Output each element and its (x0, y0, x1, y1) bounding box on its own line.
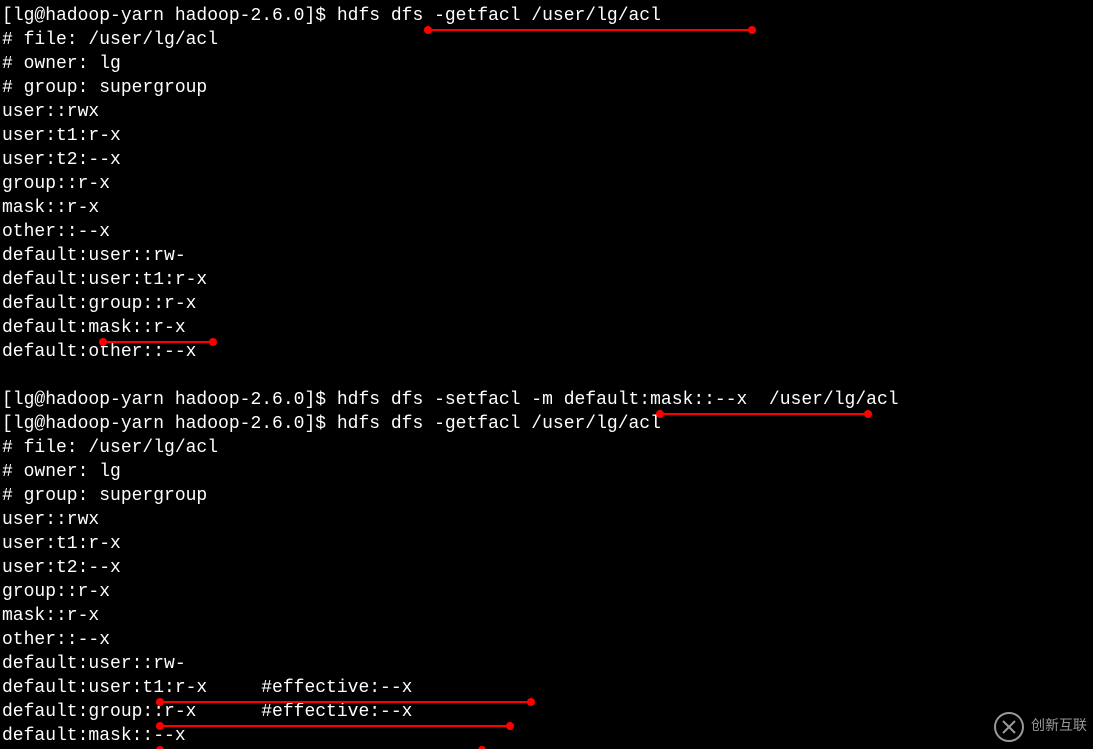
terminal-output-line: user::rwx (2, 508, 1093, 532)
terminal-output-line: # group: supergroup (2, 484, 1093, 508)
terminal-output-line: user:t2:--x (2, 556, 1093, 580)
terminal-output-line: default:user:t1:r-x #effective:--x (2, 676, 1093, 700)
terminal-output-line: mask::r-x (2, 604, 1093, 628)
watermark: 创新互联 (993, 711, 1087, 743)
terminal-output-line: # file: /user/lg/acl (2, 28, 1093, 52)
terminal-prompt-line: [lg@hadoop-yarn hadoop-2.6.0]$ hdfs dfs … (2, 388, 1093, 412)
terminal-output-line: group::r-x (2, 580, 1093, 604)
terminal-output-line: # owner: lg (2, 460, 1093, 484)
terminal-output-line: other::--x (2, 220, 1093, 244)
terminal-output-line: default:mask::r-x (2, 316, 1093, 340)
terminal-output-line: user:t1:r-x (2, 124, 1093, 148)
terminal-output-line: default:group::r-x #effective:--x (2, 700, 1093, 724)
terminal-output-line: mask::r-x (2, 196, 1093, 220)
terminal-output-line: default:user:t1:r-x (2, 268, 1093, 292)
terminal-output-line: group::r-x (2, 172, 1093, 196)
watermark-icon (993, 711, 1025, 743)
terminal-output-line: user:t1:r-x (2, 532, 1093, 556)
terminal-output-line: default:group::r-x (2, 292, 1093, 316)
terminal-output-line: # group: supergroup (2, 76, 1093, 100)
terminal-output-line: default:user::rw- (2, 652, 1093, 676)
terminal-output-line: # file: /user/lg/acl (2, 436, 1093, 460)
terminal-output-line: # owner: lg (2, 52, 1093, 76)
terminal-prompt-line: [lg@hadoop-yarn hadoop-2.6.0]$ hdfs dfs … (2, 4, 1093, 28)
terminal-output: [lg@hadoop-yarn hadoop-2.6.0]$ hdfs dfs … (0, 0, 1093, 749)
terminal-output-line: user:t2:--x (2, 148, 1093, 172)
terminal-output-line: user::rwx (2, 100, 1093, 124)
terminal-output-line (2, 364, 1093, 388)
terminal-output-line: default:other::--x (2, 340, 1093, 364)
watermark-text: 创新互联 (1031, 715, 1087, 739)
terminal-output-line: default:mask::--x (2, 724, 1093, 748)
terminal-output-line: other::--x (2, 628, 1093, 652)
terminal-output-line: default:user::rw- (2, 244, 1093, 268)
terminal-prompt-line: [lg@hadoop-yarn hadoop-2.6.0]$ hdfs dfs … (2, 412, 1093, 436)
